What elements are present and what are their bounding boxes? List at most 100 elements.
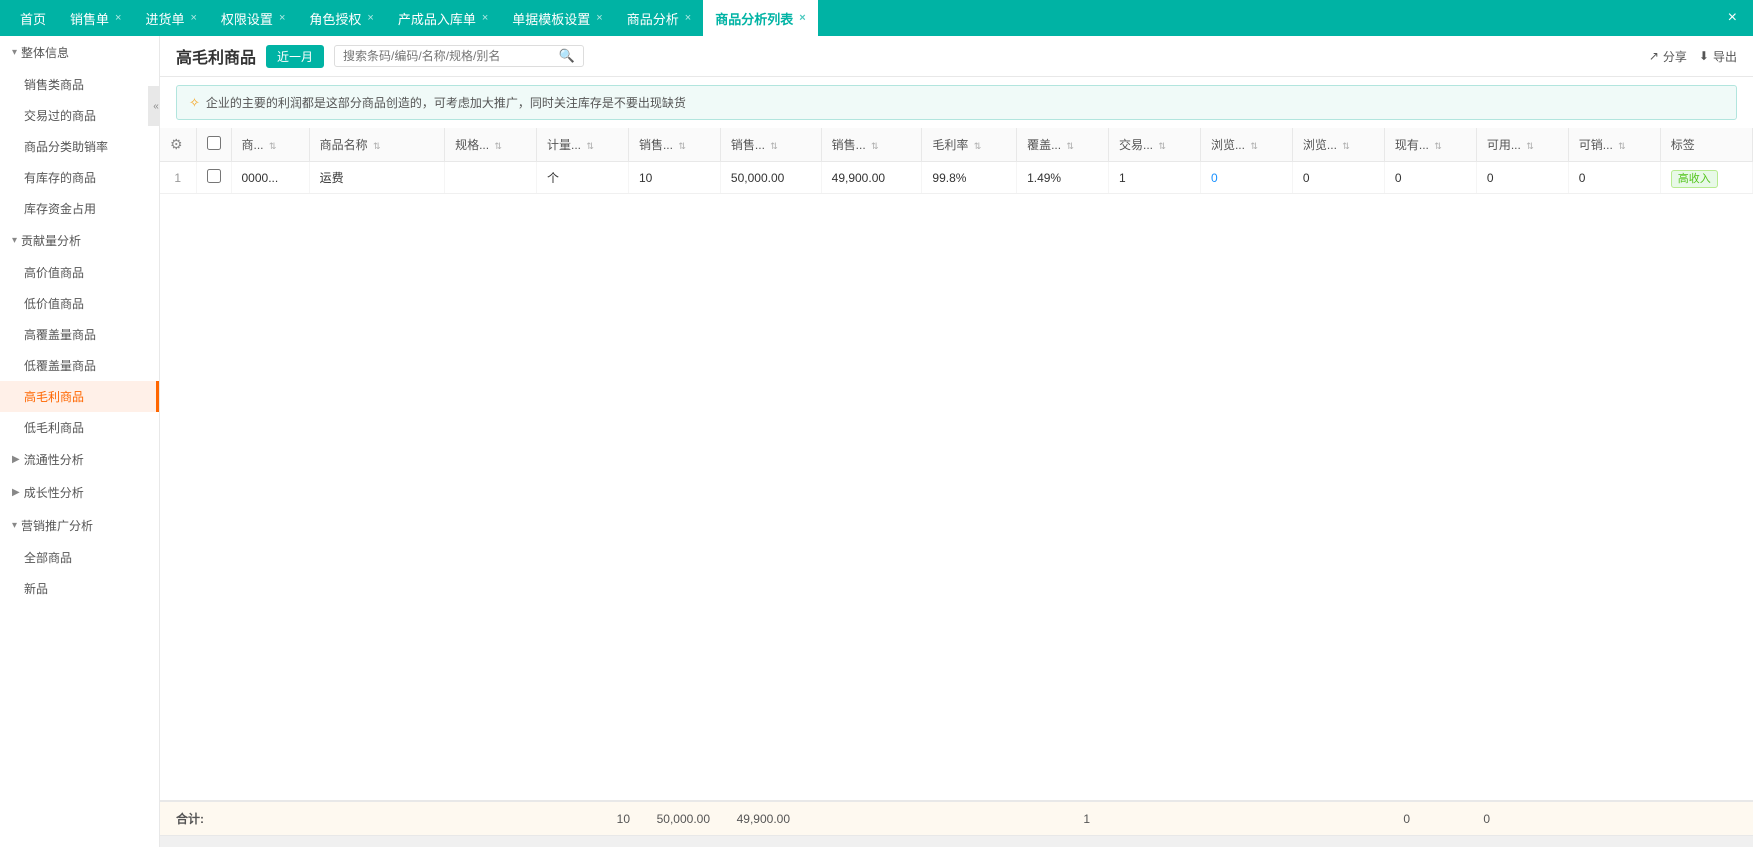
row-checkbox[interactable] bbox=[207, 169, 221, 183]
chevron-down-icon: ▾ bbox=[12, 235, 17, 246]
tag-badge: 高收入 bbox=[1671, 170, 1718, 188]
search-icon[interactable]: 🔍 bbox=[559, 48, 575, 64]
nav-tab-permission[interactable]: 权限设置 × bbox=[209, 0, 297, 36]
browse2-col-header[interactable]: 浏览... ⇅ bbox=[1292, 128, 1384, 162]
info-icon: ✧ bbox=[189, 95, 200, 111]
close-icon[interactable]: × bbox=[799, 12, 805, 24]
sort-icon: ⇅ bbox=[770, 141, 778, 151]
coverage-col-header[interactable]: 覆盖... ⇅ bbox=[1017, 128, 1109, 162]
nav-tab-home[interactable]: 首页 bbox=[8, 0, 58, 36]
footer-transaction: 1 bbox=[1020, 812, 1100, 826]
transaction-col-header[interactable]: 交易... ⇅ bbox=[1109, 128, 1201, 162]
sidebar-section-overall[interactable]: ▾ 整体信息 bbox=[0, 36, 159, 69]
nav-tab-sales[interactable]: 销售单 × bbox=[58, 0, 133, 36]
total-label: 合计: bbox=[160, 810, 340, 827]
browse1-col-header[interactable]: 浏览... ⇅ bbox=[1200, 128, 1292, 162]
time-filter-month-button[interactable]: 近一月 bbox=[266, 45, 324, 68]
table-row: 1 0000... 运费 个 10 50,000.00 49,900.00 99… bbox=[160, 162, 1753, 194]
footer-sales-cost: 49,900.00 bbox=[720, 812, 800, 826]
nav-tab-purchase[interactable]: 进货单 × bbox=[133, 0, 208, 36]
main-layout: « ▾ 整体信息 销售类商品 交易过的商品 商品分类助销率 有库存的商品 库存资… bbox=[0, 36, 1753, 847]
sales-amount-col-header[interactable]: 销售... ⇅ bbox=[720, 128, 821, 162]
sidebar-item-sales-products[interactable]: 销售类商品 bbox=[0, 69, 159, 100]
sidebar-item-low-value[interactable]: 低价值商品 bbox=[0, 288, 159, 319]
code-col-header[interactable]: 商... ⇅ bbox=[231, 128, 309, 162]
spec-col-header[interactable]: 规格... ⇅ bbox=[445, 128, 537, 162]
horizontal-scrollbar[interactable] bbox=[160, 835, 1753, 847]
sidebar-item-low-margin[interactable]: 低毛利商品 bbox=[0, 412, 159, 443]
spec-cell bbox=[445, 162, 537, 194]
nav-tab-template[interactable]: 单据模板设置 × bbox=[500, 0, 614, 36]
select-all-checkbox[interactable] bbox=[207, 136, 221, 150]
content-header: 高毛利商品 近一月 🔍 ↗ 分享 ⬇ 导出 bbox=[160, 36, 1753, 77]
current-stock-cell: 0 bbox=[1384, 162, 1476, 194]
sidebar-section-marketing[interactable]: ▾ 营销推广分析 bbox=[0, 509, 159, 542]
close-icon[interactable]: × bbox=[596, 12, 602, 24]
nav-tab-analysis[interactable]: 商品分析 × bbox=[615, 0, 703, 36]
close-icon[interactable]: × bbox=[367, 12, 373, 24]
available-stock-cell: 0 bbox=[1476, 162, 1568, 194]
nav-tab-warehouse[interactable]: 产成品入库单 × bbox=[386, 0, 500, 36]
sidebar-item-stock-capital[interactable]: 库存资金占用 bbox=[0, 193, 159, 224]
export-button[interactable]: ⬇ 导出 bbox=[1699, 48, 1737, 65]
row-checkbox-cell[interactable] bbox=[196, 162, 231, 194]
salable-stock-col-header[interactable]: 可销... ⇅ bbox=[1568, 128, 1660, 162]
sidebar-item-all-products[interactable]: 全部商品 bbox=[0, 542, 159, 573]
sort-icon: ⇅ bbox=[1250, 141, 1258, 151]
footer-spacer bbox=[340, 812, 560, 826]
gross-margin-cell: 99.8% bbox=[922, 162, 1017, 194]
close-icon[interactable]: × bbox=[115, 12, 121, 24]
gross-margin-col-header[interactable]: 毛利率 ⇅ bbox=[922, 128, 1017, 162]
name-col-header[interactable]: 商品名称 ⇅ bbox=[309, 128, 444, 162]
data-table: ⚙ 商... ⇅ 商品名称 ⇅ bbox=[160, 128, 1753, 194]
browse1-link[interactable]: 0 bbox=[1211, 171, 1218, 185]
content-area: 高毛利商品 近一月 🔍 ↗ 分享 ⬇ 导出 ✧ 企业的主要的利润都是这部分商品创… bbox=[160, 36, 1753, 847]
table-wrapper[interactable]: ⚙ 商... ⇅ 商品名称 ⇅ bbox=[160, 128, 1753, 800]
sidebar-item-high-value[interactable]: 高价值商品 bbox=[0, 257, 159, 288]
sidebar-item-high-margin[interactable]: 高毛利商品 bbox=[0, 381, 159, 412]
footer-browse2-spacer bbox=[1180, 812, 1260, 826]
search-box[interactable]: 🔍 bbox=[334, 45, 584, 67]
close-icon[interactable]: × bbox=[482, 12, 488, 24]
chevron-right-icon: ▶ bbox=[12, 454, 20, 465]
nav-tab-analysis-list[interactable]: 商品分析列表 × bbox=[703, 0, 817, 36]
sort-icon: ⇅ bbox=[494, 141, 502, 151]
sidebar-section-liquidity[interactable]: ▶ 流通性分析 bbox=[0, 443, 159, 476]
unit-col-header[interactable]: 计量... ⇅ bbox=[537, 128, 629, 162]
settings-col-header[interactable]: ⚙ bbox=[160, 128, 196, 162]
close-all-tabs-button[interactable]: × bbox=[1720, 9, 1745, 27]
sidebar-item-in-stock[interactable]: 有库存的商品 bbox=[0, 162, 159, 193]
settings-icon[interactable]: ⚙ bbox=[170, 136, 183, 152]
table-header-row: ⚙ 商... ⇅ 商品名称 ⇅ bbox=[160, 128, 1753, 162]
sidebar-item-category-rate[interactable]: 商品分类助销率 bbox=[0, 131, 159, 162]
footer-margin-spacer bbox=[800, 812, 920, 826]
sidebar-section-contribution[interactable]: ▾ 贡献量分析 bbox=[0, 224, 159, 257]
unit-cell: 个 bbox=[537, 162, 629, 194]
available-stock-col-header[interactable]: 可用... ⇅ bbox=[1476, 128, 1568, 162]
checkbox-col-header[interactable] bbox=[196, 128, 231, 162]
sales-qty-col-header[interactable]: 销售... ⇅ bbox=[628, 128, 720, 162]
sidebar-item-new-products[interactable]: 新品 bbox=[0, 573, 159, 604]
sidebar-item-high-coverage[interactable]: 高覆盖量商品 bbox=[0, 319, 159, 350]
sidebar-item-low-coverage[interactable]: 低覆盖量商品 bbox=[0, 350, 159, 381]
sort-icon: ⇅ bbox=[871, 141, 879, 151]
sales-cost-col-header[interactable]: 销售... ⇅ bbox=[821, 128, 922, 162]
search-input[interactable] bbox=[343, 49, 559, 63]
sidebar-item-traded-products[interactable]: 交易过的商品 bbox=[0, 100, 159, 131]
footer-coverage-spacer bbox=[920, 812, 1020, 826]
export-icon: ⬇ bbox=[1699, 49, 1709, 63]
nav-tab-role[interactable]: 角色授权 × bbox=[297, 0, 385, 36]
sidebar-section-growth[interactable]: ▶ 成长性分析 bbox=[0, 476, 159, 509]
sort-icon: ⇅ bbox=[373, 141, 381, 151]
footer-values: 10 50,000.00 49,900.00 1 0 0 bbox=[340, 812, 1500, 826]
close-icon[interactable]: × bbox=[685, 12, 691, 24]
row-number: 1 bbox=[160, 162, 196, 194]
current-stock-col-header[interactable]: 现有... ⇅ bbox=[1384, 128, 1476, 162]
sort-icon: ⇅ bbox=[269, 141, 277, 151]
close-icon[interactable]: × bbox=[190, 12, 196, 24]
close-icon[interactable]: × bbox=[279, 12, 285, 24]
share-button[interactable]: ↗ 分享 bbox=[1649, 48, 1687, 65]
sidebar-collapse-button[interactable]: « bbox=[148, 86, 160, 126]
browse1-cell[interactable]: 0 bbox=[1200, 162, 1292, 194]
tag-col-header[interactable]: 标签 bbox=[1660, 128, 1752, 162]
